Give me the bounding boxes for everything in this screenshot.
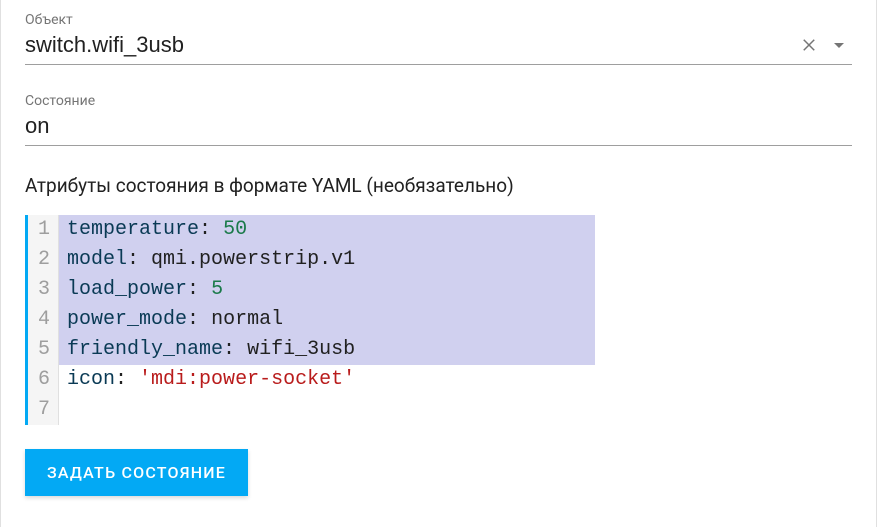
line-number: 6 <box>38 365 50 395</box>
line-number: 4 <box>38 305 50 335</box>
line-number: 7 <box>38 395 50 425</box>
line-number: 2 <box>38 245 50 275</box>
state-label: Состояние <box>25 93 852 109</box>
clear-icon[interactable] <box>800 36 818 54</box>
line-number: 1 <box>38 215 50 245</box>
state-field: Состояние <box>25 93 852 146</box>
entity-input-row <box>25 30 852 65</box>
gutter: 1234567 <box>28 215 59 425</box>
entity-field: Объект <box>25 12 852 65</box>
code-line[interactable]: icon: 'mdi:power-socket' <box>59 365 595 395</box>
entity-label: Объект <box>25 12 852 28</box>
code-line[interactable]: temperature: 50 <box>59 215 595 245</box>
entity-input[interactable] <box>25 30 800 60</box>
set-state-button[interactable]: Задать состояние <box>25 449 248 496</box>
yaml-editor[interactable]: 1234567 temperature: 50model: qmi.powers… <box>25 215 595 425</box>
entity-input-icons <box>800 36 852 54</box>
state-input[interactable] <box>25 111 852 141</box>
code-line[interactable]: power_mode: normal <box>59 305 595 335</box>
line-number: 3 <box>38 275 50 305</box>
code-line[interactable]: load_power: 5 <box>59 275 595 305</box>
attributes-label: Атрибуты состояния в формате YAML (необя… <box>25 174 852 197</box>
line-number: 5 <box>38 335 50 365</box>
code-line[interactable]: friendly_name: wifi_3usb <box>59 335 595 365</box>
code-line[interactable]: model: qmi.powerstrip.v1 <box>59 245 595 275</box>
chevron-down-icon[interactable] <box>834 43 844 48</box>
code-body[interactable]: temperature: 50model: qmi.powerstrip.v1l… <box>59 215 595 425</box>
code-line[interactable] <box>59 395 595 425</box>
state-input-row <box>25 111 852 146</box>
